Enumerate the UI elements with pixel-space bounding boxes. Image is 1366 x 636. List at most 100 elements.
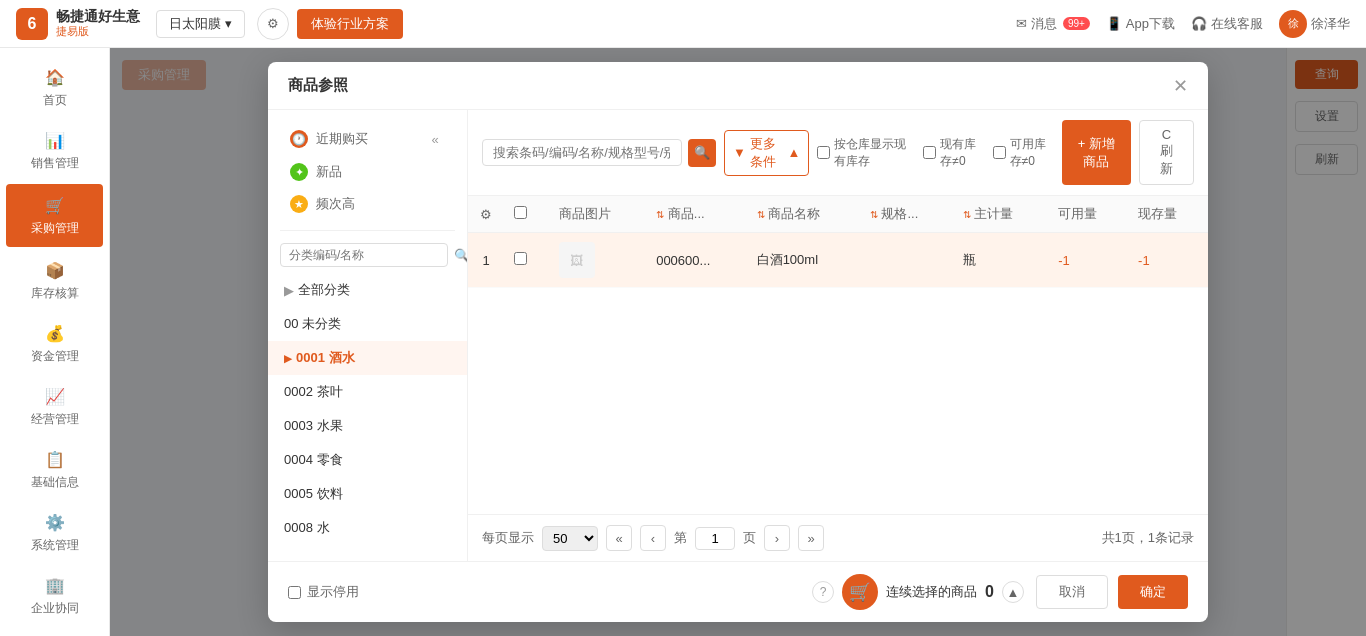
chevron-down-icon: ▾ bbox=[225, 16, 232, 31]
arrow-icon-0001: ▶ bbox=[284, 353, 292, 364]
logo-text: 畅捷通好生意 bbox=[56, 8, 140, 25]
sidebar-item-enterprise[interactable]: 🏢 企业协同 bbox=[0, 564, 109, 627]
last-page-btn[interactable]: » bbox=[798, 525, 824, 551]
sidebar-item-newbie[interactable]: 🎯 新手引导 bbox=[0, 627, 109, 636]
cat-item-all[interactable]: ▶ 全部分类 bbox=[268, 273, 467, 307]
cat-item-0008[interactable]: 0008 水 bbox=[268, 511, 467, 545]
next-page-btn[interactable]: › bbox=[764, 525, 790, 551]
top-navigation: 6 畅捷通好生意 捷易版 日太阳膜 ▾ ⚙ 体验行业方案 ✉ 消息 99+ 📱 … bbox=[0, 0, 1366, 48]
th-unit[interactable]: ⇅ 主计量 bbox=[953, 196, 1049, 233]
cell-name: 白酒100ml bbox=[747, 233, 860, 288]
checkbox-stock-neq0[interactable]: 现有库存≠0 bbox=[923, 136, 984, 170]
cell-code: 000600... bbox=[646, 233, 746, 288]
more-filter-btn[interactable]: ▼ 更多条件 ▲ bbox=[724, 130, 809, 176]
quick-items: 🕐 近期购买 « ✦ 新品 ★ 频次高 bbox=[268, 118, 467, 224]
main-layout: 🏠 首页 📊 销售管理 🛒 采购管理 📦 库存核算 💰 资金管理 📈 经营管理 … bbox=[0, 48, 1366, 636]
message-icon: ✉ bbox=[1016, 16, 1027, 31]
select-all-checkbox[interactable] bbox=[514, 206, 527, 219]
online-service-btn[interactable]: 🎧 在线客服 bbox=[1191, 15, 1263, 33]
cell-checkbox[interactable] bbox=[504, 233, 549, 288]
phone-icon: 📱 bbox=[1106, 16, 1122, 31]
home-icon: 🏠 bbox=[44, 66, 66, 88]
first-page-btn[interactable]: « bbox=[606, 525, 632, 551]
th-spec[interactable]: ⇅ 规格... bbox=[860, 196, 953, 233]
cat-item-0001[interactable]: ▶ 0001 酒水 bbox=[268, 341, 467, 375]
row-checkbox[interactable] bbox=[514, 252, 527, 265]
table-row[interactable]: 1 🖼 000600... 白酒100ml bbox=[468, 233, 1208, 288]
app-download-btn[interactable]: 📱 App下载 bbox=[1106, 15, 1175, 33]
user-area[interactable]: 徐 徐泽华 bbox=[1279, 10, 1350, 38]
show-disabled-checkbox[interactable]: 显示停用 bbox=[288, 583, 359, 601]
sidebar-item-purchase[interactable]: 🛒 采购管理 bbox=[6, 184, 103, 247]
cat-item-0003[interactable]: 0003 水果 bbox=[268, 409, 467, 443]
quick-recent[interactable]: 🕐 近期购买 « bbox=[280, 122, 455, 156]
sidebar-item-finance[interactable]: 💰 资金管理 bbox=[0, 312, 109, 375]
product-search-btn[interactable]: 🔍 bbox=[688, 139, 716, 167]
cart-collapse-btn[interactable]: ▲ bbox=[1002, 581, 1024, 603]
modal-close-btn[interactable]: ✕ bbox=[1173, 77, 1188, 95]
category-search: 🔍 bbox=[268, 237, 467, 273]
footer-actions: 取消 确定 bbox=[1036, 575, 1188, 609]
cancel-btn[interactable]: 取消 bbox=[1036, 575, 1108, 609]
search-icon: 🔍 bbox=[694, 145, 710, 160]
quick-new[interactable]: ✦ 新品 bbox=[280, 156, 455, 188]
cat-item-00[interactable]: 00 未分类 bbox=[268, 307, 467, 341]
sales-icon: 📊 bbox=[44, 129, 66, 151]
sidebar-item-sales[interactable]: 📊 销售管理 bbox=[0, 119, 109, 182]
cat-item-0010[interactable]: 0010 家电 bbox=[268, 545, 467, 553]
quick-frequent[interactable]: ★ 频次高 bbox=[280, 188, 455, 220]
th-settings[interactable]: ⚙ bbox=[468, 196, 504, 233]
category-search-input[interactable] bbox=[280, 243, 448, 267]
product-image: 🖼 bbox=[559, 242, 595, 278]
page-label: 第 bbox=[674, 529, 687, 547]
cart-btn[interactable]: 🛒 bbox=[842, 574, 878, 610]
per-page-select[interactable]: 50 100 200 bbox=[542, 526, 598, 551]
pagination-bar: 每页显示 50 100 200 « ‹ 第 页 › bbox=[468, 514, 1208, 561]
inventory-icon: 📦 bbox=[44, 259, 66, 281]
settings-icon[interactable]: ⚙ bbox=[257, 8, 289, 40]
th-checkbox[interactable] bbox=[504, 196, 549, 233]
message-btn[interactable]: ✉ 消息 99+ bbox=[1016, 15, 1090, 33]
image-placeholder-icon: 🖼 bbox=[570, 253, 583, 268]
base-icon: 📋 bbox=[44, 448, 66, 470]
sidebar-item-operation[interactable]: 📈 经营管理 bbox=[0, 375, 109, 438]
help-icon[interactable]: ? bbox=[812, 581, 834, 603]
checkbox-available-neq0[interactable]: 可用库存≠0 bbox=[993, 136, 1054, 170]
finance-icon: 💰 bbox=[44, 322, 66, 344]
sidebar-item-base[interactable]: 📋 基础信息 bbox=[0, 438, 109, 501]
cart-label: 连续选择的商品 bbox=[886, 583, 977, 601]
page-input[interactable] bbox=[695, 527, 735, 550]
th-code[interactable]: ⇅ 商品... bbox=[646, 196, 746, 233]
message-badge: 99+ bbox=[1063, 17, 1090, 30]
avatar: 徐 bbox=[1279, 10, 1307, 38]
refresh-btn[interactable]: C 刷新 bbox=[1139, 120, 1194, 185]
product-search-input[interactable] bbox=[482, 139, 682, 166]
checkbox-available-neq0-input[interactable] bbox=[993, 146, 1006, 159]
sidebar-item-inventory[interactable]: 📦 库存核算 bbox=[0, 249, 109, 312]
left-panel: 🕐 近期购买 « ✦ 新品 ★ 频次高 bbox=[268, 110, 468, 561]
sort-icon-code: ⇅ bbox=[656, 209, 664, 220]
cat-item-0004[interactable]: 0004 零食 bbox=[268, 443, 467, 477]
sidebar-item-home[interactable]: 🏠 首页 bbox=[0, 56, 109, 119]
checkbox-warehouse-input[interactable] bbox=[817, 146, 830, 159]
category-search-icon[interactable]: 🔍 bbox=[454, 248, 468, 263]
nav-right: ✉ 消息 99+ 📱 App下载 🎧 在线客服 徐 徐泽华 bbox=[1016, 10, 1350, 38]
checkbox-warehouse[interactable]: 按仓库显示现有库存 bbox=[817, 136, 915, 170]
checkbox-stock-neq0-input[interactable] bbox=[923, 146, 936, 159]
confirm-btn[interactable]: 确定 bbox=[1118, 575, 1188, 609]
show-disabled-input[interactable] bbox=[288, 586, 301, 599]
th-name[interactable]: ⇅ 商品名称 bbox=[747, 196, 860, 233]
add-product-btn[interactable]: + 新增商品 bbox=[1062, 120, 1131, 185]
store-selector[interactable]: 日太阳膜 ▾ bbox=[156, 10, 245, 38]
page-suffix: 页 bbox=[743, 529, 756, 547]
cell-available: -1 bbox=[1048, 233, 1128, 288]
sidebar-item-system[interactable]: ⚙️ 系统管理 bbox=[0, 501, 109, 564]
collapse-btn[interactable]: « bbox=[425, 129, 445, 149]
cart-count: 0 bbox=[985, 583, 994, 601]
content-area: 采购管理 查询 设置 刷新 商品参照 ✕ bbox=[110, 48, 1366, 636]
cat-item-0002[interactable]: 0002 茶叶 bbox=[268, 375, 467, 409]
cat-item-0005[interactable]: 0005 饮料 bbox=[268, 477, 467, 511]
filter-bar: 🔍 ▼ 更多条件 ▲ 按仓库显示现有库存 bbox=[468, 110, 1208, 196]
experience-btn[interactable]: 体验行业方案 bbox=[297, 9, 403, 39]
prev-page-btn[interactable]: ‹ bbox=[640, 525, 666, 551]
